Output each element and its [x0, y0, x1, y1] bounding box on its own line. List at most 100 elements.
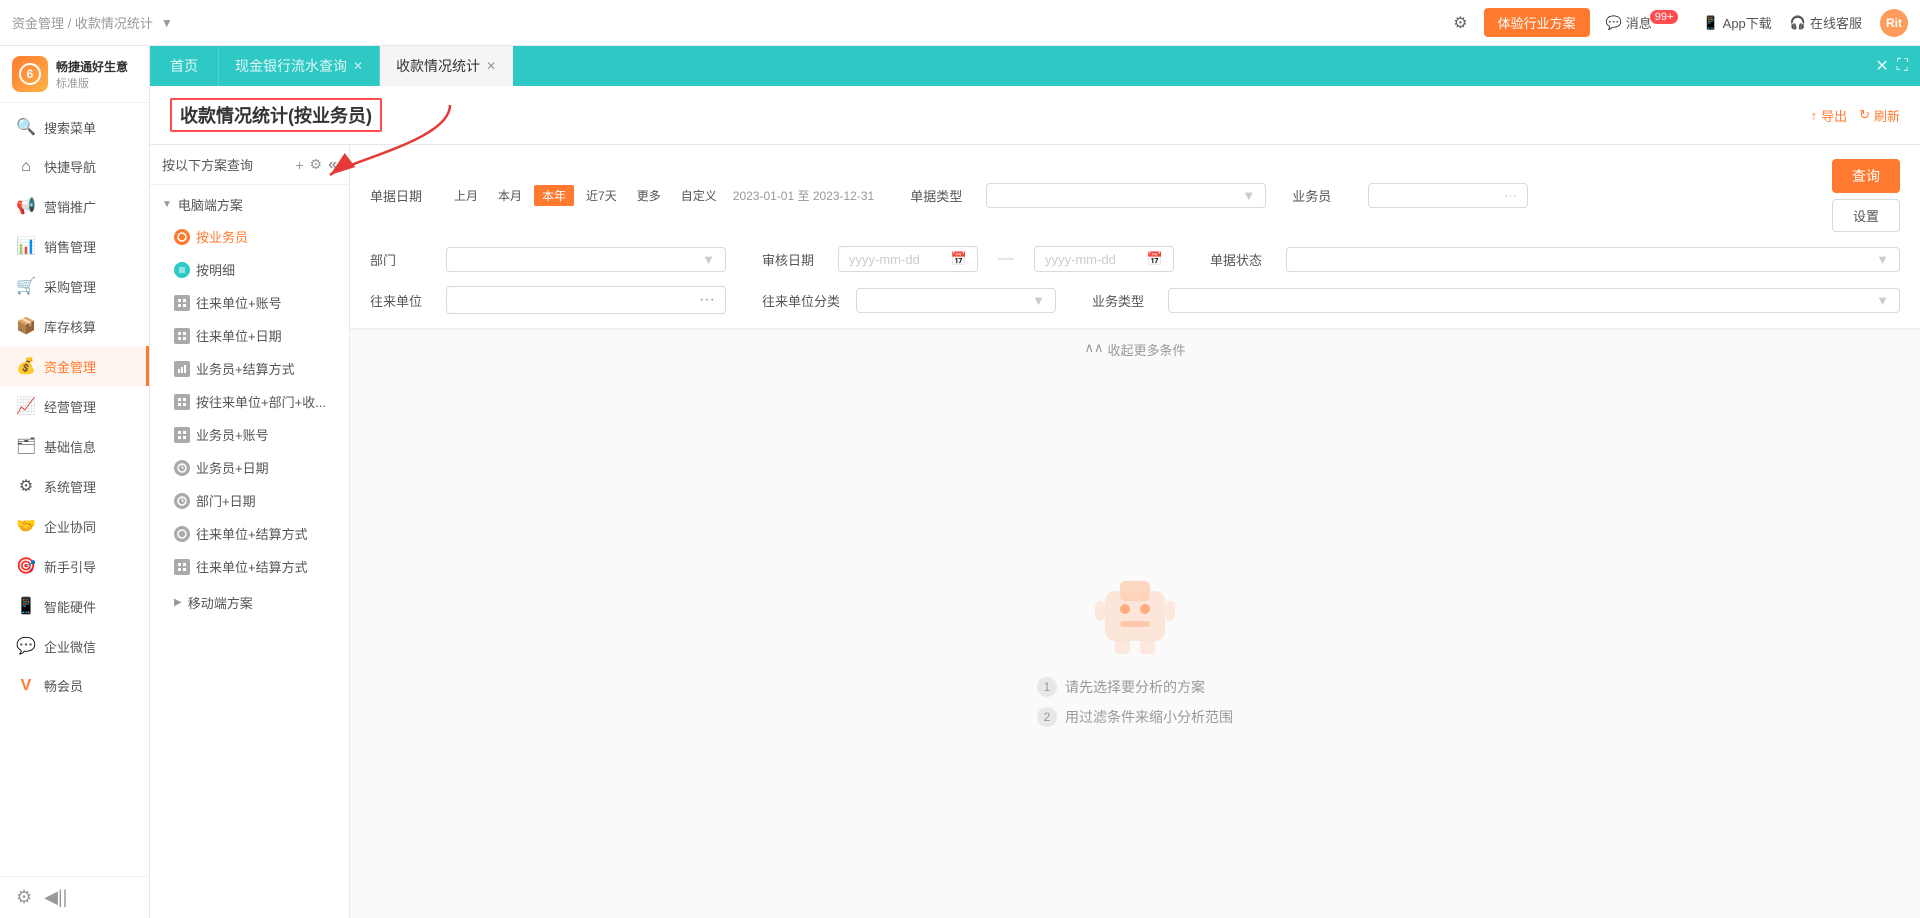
sidebar-settings-icon[interactable]: ⚙ — [16, 887, 32, 908]
panel-item-counterpart-dept-collection[interactable]: 按往来单位+部门+收... — [150, 385, 349, 418]
sidebar-item-member[interactable]: V 畅会员 — [0, 666, 149, 705]
sidebar-item-operation[interactable]: 📈 经营管理 — [0, 386, 149, 426]
online-service-btn[interactable]: 🎧 在线客服 — [1790, 13, 1862, 32]
date-tab-this-year[interactable]: 本年 — [534, 185, 574, 206]
date-tab-more[interactable]: 更多 — [629, 185, 669, 206]
doc-type-select[interactable]: ▼ — [986, 183, 1266, 208]
counterpart-settlement1-icon — [174, 526, 190, 542]
panel-item-counterpart-account[interactable]: 往来单位+账号 — [150, 286, 349, 319]
panel-item-salesman-account[interactable]: 业务员+账号 — [150, 418, 349, 451]
sidebar-menu: 🔍 搜索菜单 ⌂ 快捷导航 📢 营销推广 📊 销售管理 🛒 采购管理 — [0, 103, 149, 876]
biz-type-chevron: ▼ — [1876, 293, 1889, 308]
notification-area: 💬 消息 99+ 📱 App下载 🎧 在线客服 Rit — [1606, 9, 1908, 37]
finance-icon: 💰 — [16, 356, 36, 376]
query-button[interactable]: 查询 — [1832, 159, 1900, 193]
user-avatar[interactable]: Rit — [1880, 9, 1908, 37]
panel-item-counterpart-settlement2[interactable]: 往来单位+结算方式 — [150, 550, 349, 583]
sidebar-item-search-menu[interactable]: 🔍 搜索菜单 — [0, 107, 149, 147]
tab-home[interactable]: 首页 — [150, 46, 219, 86]
desktop-group-header[interactable]: ▼ 电脑端方案 — [150, 189, 349, 220]
settings-button[interactable]: 设置 — [1832, 199, 1900, 232]
sidebar-item-enterprise-wechat[interactable]: 💬 企业微信 — [0, 626, 149, 666]
purchase-icon: 🛒 — [16, 276, 36, 296]
tab-collection-stats-close[interactable]: ✕ — [486, 59, 496, 73]
empty-state: 1 请先选择要分析的方案 2 用过滤条件来缩小分析范围 — [350, 369, 1920, 918]
panel-collapse-icon[interactable]: « — [328, 156, 337, 174]
date-tab-last-month[interactable]: 上月 — [446, 185, 486, 206]
app-download-btn[interactable]: 📱 App下载 — [1702, 13, 1771, 32]
tab-collection-stats[interactable]: 收款情况统计 ✕ — [380, 46, 513, 86]
sidebar-item-basic-info[interactable]: 🗂 基础信息 — [0, 426, 149, 466]
enterprise-icon: 🤝 — [16, 516, 36, 536]
sidebar-item-system[interactable]: ⚙ 系统管理 — [0, 466, 149, 506]
sidebar-item-inventory[interactable]: 📦 库存核算 — [0, 306, 149, 346]
panel-item-counterpart-date[interactable]: 往来单位+日期 — [150, 319, 349, 352]
panel-item-counterpart-settlement1[interactable]: 往来单位+结算方式 — [150, 517, 349, 550]
dept-select[interactable]: ▼ — [446, 247, 726, 272]
biz-type-select[interactable]: ▼ — [1168, 288, 1900, 313]
counterpart-category-select[interactable]: ▼ — [856, 288, 1056, 313]
page-title: 收款情况统计(按业务员) — [170, 98, 382, 132]
sidebar-item-quick-nav[interactable]: ⌂ 快捷导航 — [0, 147, 149, 186]
panel-item-salesman-date[interactable]: 业务员+日期 — [150, 451, 349, 484]
trial-button[interactable]: 体验行业方案 — [1484, 8, 1590, 37]
main-layout: 6 畅捷通好生意 标准版 🔍 搜索菜单 ⌂ 快捷导航 📢 — [0, 46, 1920, 918]
panel-item-by-salesman[interactable]: 按业务员 — [150, 220, 349, 253]
gear-icon[interactable]: ⚙ — [1453, 13, 1467, 33]
counterpart-date-icon — [174, 328, 190, 344]
sidebar-collapse-icon[interactable]: ◀|| — [44, 887, 67, 908]
refresh-button[interactable]: ↻ 刷新 — [1859, 106, 1900, 125]
system-icon: ⚙ — [16, 476, 36, 496]
sidebar-item-finance[interactable]: 💰 资金管理 — [0, 346, 149, 386]
sidebar-bottom: ⚙ ◀|| — [0, 876, 149, 918]
review-date-end[interactable]: yyyy-mm-dd 📅 — [1034, 246, 1174, 272]
counterpart-select[interactable]: ··· — [446, 286, 726, 314]
mobile-group[interactable]: ▶ 移动端方案 — [150, 587, 349, 618]
sidebar-item-enterprise[interactable]: 🤝 企业协同 — [0, 506, 149, 546]
panel-add-icon[interactable]: + — [295, 157, 303, 173]
empty-step-1: 1 请先选择要分析的方案 — [1037, 677, 1233, 697]
sidebar-item-guide[interactable]: 🎯 新手引导 — [0, 546, 149, 586]
panel-item-dept-date[interactable]: 部门+日期 — [150, 484, 349, 517]
salesman-more-icon[interactable]: ··· — [1504, 188, 1517, 203]
tab-close-all-icon[interactable]: ✕ — [1875, 56, 1888, 76]
panel-settings-icon[interactable]: ⚙ — [310, 156, 323, 173]
page-area: 收款情况统计(按业务员) ↑ 导出 ↻ 刷新 — [150, 86, 1920, 918]
doc-type-chevron: ▼ — [1242, 188, 1255, 203]
doc-type-label: 单据类型 — [910, 186, 970, 205]
tab-maximize-icon[interactable]: ⛶ — [1897, 57, 1908, 75]
biz-type-label: 业务类型 — [1092, 291, 1152, 310]
date-tabs: 上月 本月 本年 近7天 更多 自定义 2023-01-01 至 2023-12… — [446, 185, 874, 206]
tab-bank-flow[interactable]: 现金银行流水查询 ✕ — [219, 46, 380, 86]
panel-item-by-detail[interactable]: 按明细 — [150, 253, 349, 286]
right-main: 单据日期 上月 本月 本年 近7天 更多 自定义 2023-01-01 至 20… — [350, 145, 1920, 918]
sidebar-item-marketing[interactable]: 📢 营销推广 — [0, 186, 149, 226]
sidebar-item-purchase[interactable]: 🛒 采购管理 — [0, 266, 149, 306]
panel-item-salesman-settlement[interactable]: 业务员+结算方式 — [150, 352, 349, 385]
counterpart-label: 往来单位 — [370, 291, 430, 310]
collapse-button[interactable]: ∧∧ 收起更多条件 — [350, 329, 1920, 369]
calendar-start-icon: 📅 — [951, 251, 967, 267]
date-tab-7days[interactable]: 近7天 — [578, 185, 625, 206]
salesman-settlement-icon — [174, 361, 190, 377]
page-header: 收款情况统计(按业务员) ↑ 导出 ↻ 刷新 — [150, 86, 1920, 145]
doc-status-select[interactable]: ▼ — [1286, 247, 1900, 272]
date-tab-custom[interactable]: 自定义 — [673, 185, 725, 206]
sales-icon: 📊 — [16, 236, 36, 256]
counterpart-settlement2-icon — [174, 559, 190, 575]
salesman-select[interactable]: ··· — [1368, 183, 1528, 208]
sidebar-item-sales[interactable]: 📊 销售管理 — [0, 226, 149, 266]
step-2-num: 2 — [1037, 707, 1057, 727]
counterpart-more-icon[interactable]: ··· — [699, 291, 715, 309]
operation-icon: 📈 — [16, 396, 36, 416]
tab-bank-flow-close[interactable]: ✕ — [353, 59, 363, 73]
date-tab-this-month[interactable]: 本月 — [490, 185, 530, 206]
breadcrumb-chevron[interactable]: ▼ — [161, 16, 173, 30]
sidebar-item-smart-hw[interactable]: 📱 智能硬件 — [0, 586, 149, 626]
logo-text: 畅捷通好生意 标准版 — [56, 58, 128, 91]
review-date-start[interactable]: yyyy-mm-dd 📅 — [838, 246, 978, 272]
salesman-account-icon — [174, 427, 190, 443]
export-button[interactable]: ↑ 导出 — [1811, 106, 1848, 125]
message-btn[interactable]: 💬 消息 99+ — [1606, 13, 1685, 32]
desktop-group: ▼ 电脑端方案 按业务员 — [150, 185, 349, 587]
